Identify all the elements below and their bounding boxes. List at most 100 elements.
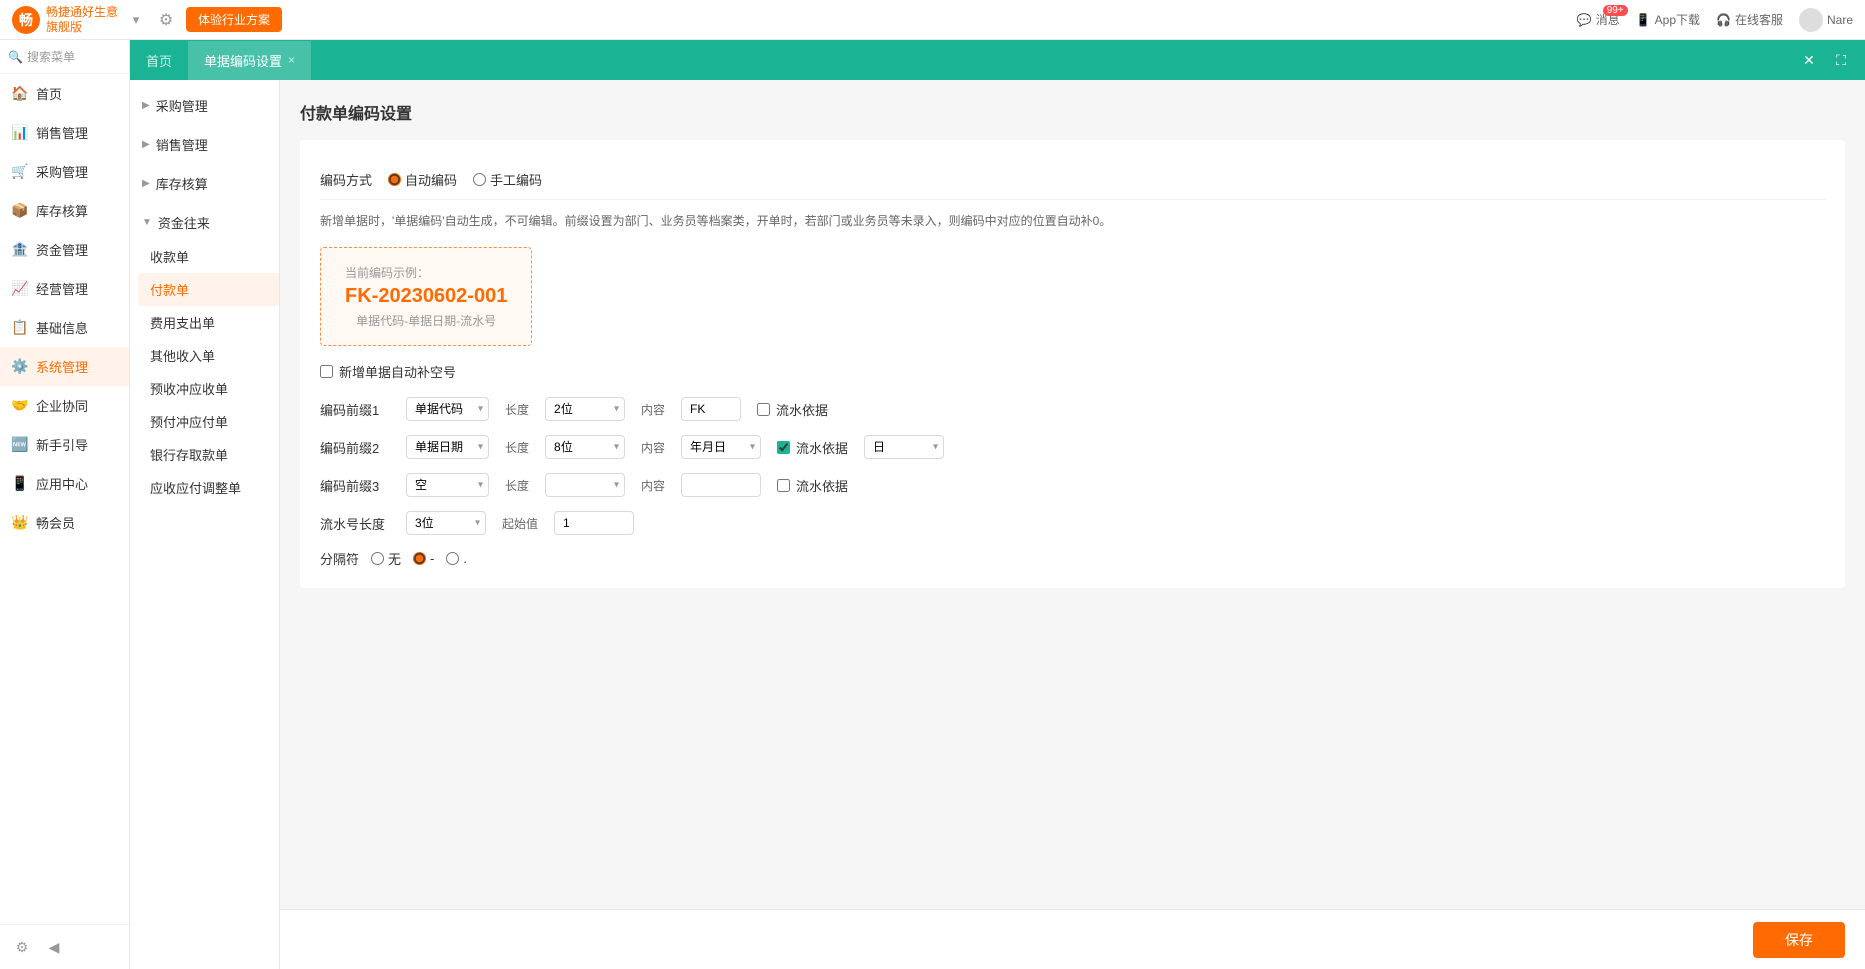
prefix1-serial-group: 流水依据	[757, 400, 828, 419]
inventory-icon: 📦	[12, 203, 28, 219]
sidebar-item-guide[interactable]: 🆕新手引导	[0, 425, 129, 464]
prefix1-content-input[interactable]	[681, 397, 741, 421]
nav-section-sales-header[interactable]: ▶ 销售管理	[130, 127, 279, 162]
nav-section-sales: ▶ 销售管理	[130, 127, 279, 162]
save-button[interactable]: 保存	[1753, 922, 1845, 958]
sidebar-item-inventory[interactable]: 📦库存核算	[0, 191, 129, 230]
example-desc: 单据代码-单据日期-流水号	[345, 312, 507, 329]
industry-btn[interactable]: 体验行业方案	[186, 7, 282, 32]
prefix1-serial-checkbox[interactable]	[757, 403, 770, 416]
settings-bottom-icon[interactable]: ⚙	[8, 933, 36, 961]
member-icon: 👑	[12, 515, 28, 531]
nav-item-prepay-pay[interactable]: 预付冲应付单	[138, 405, 279, 438]
separator-none-radio[interactable]	[371, 552, 384, 565]
sidebar-item-finance[interactable]: 🏦资金管理	[0, 230, 129, 269]
prefix3-length-select[interactable]	[545, 473, 625, 497]
manual-code-radio[interactable]	[473, 173, 486, 186]
prefix2-length-select[interactable]: 8位	[545, 435, 625, 459]
separator-dash-radio[interactable]	[413, 552, 426, 565]
separator-dot-option[interactable]: .	[446, 551, 467, 566]
prefix3-length-label: 长度	[505, 477, 529, 494]
service-btn[interactable]: 🎧 在线客服	[1716, 11, 1783, 28]
logo-text: 畅捷通好生意 旗舰版	[46, 5, 118, 34]
nav-item-receipt[interactable]: 收款单	[138, 240, 279, 273]
auto-code-radio[interactable]	[388, 173, 401, 186]
second-nav: ▶ 采购管理 ▶ 销售管理 ▶ 库存核算	[130, 80, 280, 969]
prefix2-serial-group: 流水依据	[777, 438, 848, 457]
manual-code-option[interactable]: 手工编码	[473, 170, 542, 189]
nav-section-purchase-header[interactable]: ▶ 采购管理	[130, 88, 279, 123]
prefix3-serial-group: 流水依据	[777, 476, 848, 495]
sidebar-item-enterprise[interactable]: 🤝企业协同	[0, 386, 129, 425]
separator-dot-radio[interactable]	[446, 552, 459, 565]
coding-method-label: 编码方式	[320, 170, 372, 189]
sidebar-search[interactable]: 🔍 搜索菜单	[0, 40, 129, 74]
prefix3-serial-label: 流水依据	[796, 476, 848, 495]
tab-maximize-btn[interactable]: ⛶	[1829, 48, 1853, 72]
serial-length-select[interactable]: 3位 4位 5位	[406, 511, 486, 535]
tab-close-btn[interactable]: ×	[288, 53, 295, 67]
tab-close-window-btn[interactable]: ✕	[1797, 48, 1821, 72]
nav-item-expense[interactable]: 费用支出单	[138, 306, 279, 339]
separator-label: 分隔符	[320, 549, 359, 568]
serial-length-select-wrapper: 3位 4位 5位 ▾	[406, 511, 486, 535]
prefix2-serial-period-select[interactable]: 日 月 年	[864, 435, 944, 459]
prefix2-serial-checkbox[interactable]	[777, 441, 790, 454]
nav-item-adjust[interactable]: 应收应付调整单	[138, 471, 279, 504]
sidebar-item-apps[interactable]: 📱应用中心	[0, 464, 129, 503]
prefix1-length-select[interactable]: 2位	[545, 397, 625, 421]
page-title: 付款单编码设置	[300, 100, 1845, 124]
auto-code-option[interactable]: 自动编码	[388, 170, 457, 189]
sidebar-item-purchase[interactable]: 🛒采购管理	[0, 152, 129, 191]
sidebar-item-sales[interactable]: 📊销售管理	[0, 113, 129, 152]
separator-none-option[interactable]: 无	[371, 549, 401, 568]
start-value-input[interactable]	[554, 511, 634, 535]
prefix3-content-input[interactable]	[681, 473, 761, 497]
avatar	[1799, 8, 1823, 32]
prefix1-select-wrapper: 单据代码 单据日期 空 ▾	[406, 397, 489, 421]
sidebar-item-basic[interactable]: 📋基础信息	[0, 308, 129, 347]
prefix2-select[interactable]: 单据日期 单据代码 空	[406, 435, 489, 459]
sidebar-item-system[interactable]: ⚙️系统管理	[0, 347, 129, 386]
sidebar-nav: 🏠首页📊销售管理🛒采购管理📦库存核算🏦资金管理📈经营管理📋基础信息⚙️系统管理🤝…	[0, 74, 129, 924]
download-icon: 📱	[1636, 13, 1651, 27]
coding-radio-group: 自动编码 手工编码	[388, 170, 542, 189]
nav-section-capital-header[interactable]: ▼ 资金往来	[130, 205, 279, 240]
prefix3-select-wrapper: 空 单据代码 单据日期 ▾	[406, 473, 489, 497]
prefix3-serial-checkbox[interactable]	[777, 479, 790, 492]
logo: 畅 畅捷通好生意 旗舰版	[12, 5, 118, 34]
sidebar-item-operations[interactable]: 📈经营管理	[0, 269, 129, 308]
nav-item-other-income[interactable]: 其他收入单	[138, 339, 279, 372]
message-btn[interactable]: 💬 消息 99+	[1577, 11, 1620, 28]
auto-fill-checkbox[interactable]	[320, 365, 333, 378]
prefix3-select[interactable]: 空 单据代码 单据日期	[406, 473, 489, 497]
auto-fill-label[interactable]: 新增单据自动补空号	[339, 362, 456, 381]
finance-icon: 🏦	[12, 242, 28, 258]
settings-icon[interactable]: ⚙	[154, 8, 178, 32]
nav-section-inventory: ▶ 库存核算	[130, 166, 279, 201]
nav-item-payment[interactable]: 付款单	[138, 273, 279, 306]
system-icon: ⚙️	[12, 359, 28, 375]
example-box: 当前编码示例： FK-20230602-001 单据代码-单据日期-流水号	[320, 247, 532, 346]
nav-item-bank[interactable]: 银行存取款单	[138, 438, 279, 471]
collapse-icon[interactable]: ◀	[40, 933, 68, 961]
separator-row: 分隔符 无 -	[320, 549, 1825, 568]
download-btn[interactable]: 📱 App下载	[1636, 11, 1700, 28]
nav-item-prepay-receipt[interactable]: 预收冲应收单	[138, 372, 279, 405]
sidebar-item-home[interactable]: 🏠首页	[0, 74, 129, 113]
nav-section-inventory-header[interactable]: ▶ 库存核算	[130, 166, 279, 201]
user-section: Nare	[1799, 8, 1853, 32]
prefix3-label: 编码前缀3	[320, 476, 390, 495]
page-content: 付款单编码设置 编码方式 自动编码	[280, 80, 1865, 909]
coding-method-row: 编码方式 自动编码 手工编码	[320, 160, 1825, 200]
prefix1-select[interactable]: 单据代码 单据日期 空	[406, 397, 489, 421]
logo-icon: 畅	[12, 6, 40, 34]
prefix2-content-select[interactable]: 年月日 年月 年	[681, 435, 761, 459]
tab-current[interactable]: 单据编码设置 ×	[188, 41, 311, 80]
arrow-down-icon: ▼	[142, 217, 152, 228]
nav-section-capital: ▼ 资金往来 收款单 付款单 费用支出单 其他收入单 预收冲应收单 预付冲应付单…	[130, 205, 279, 504]
sidebar-item-member[interactable]: 👑畅会员	[0, 503, 129, 542]
separator-dash-option[interactable]: -	[413, 551, 434, 566]
tab-home[interactable]: 首页	[130, 41, 188, 80]
dropdown-btn[interactable]: ▾	[126, 12, 146, 28]
